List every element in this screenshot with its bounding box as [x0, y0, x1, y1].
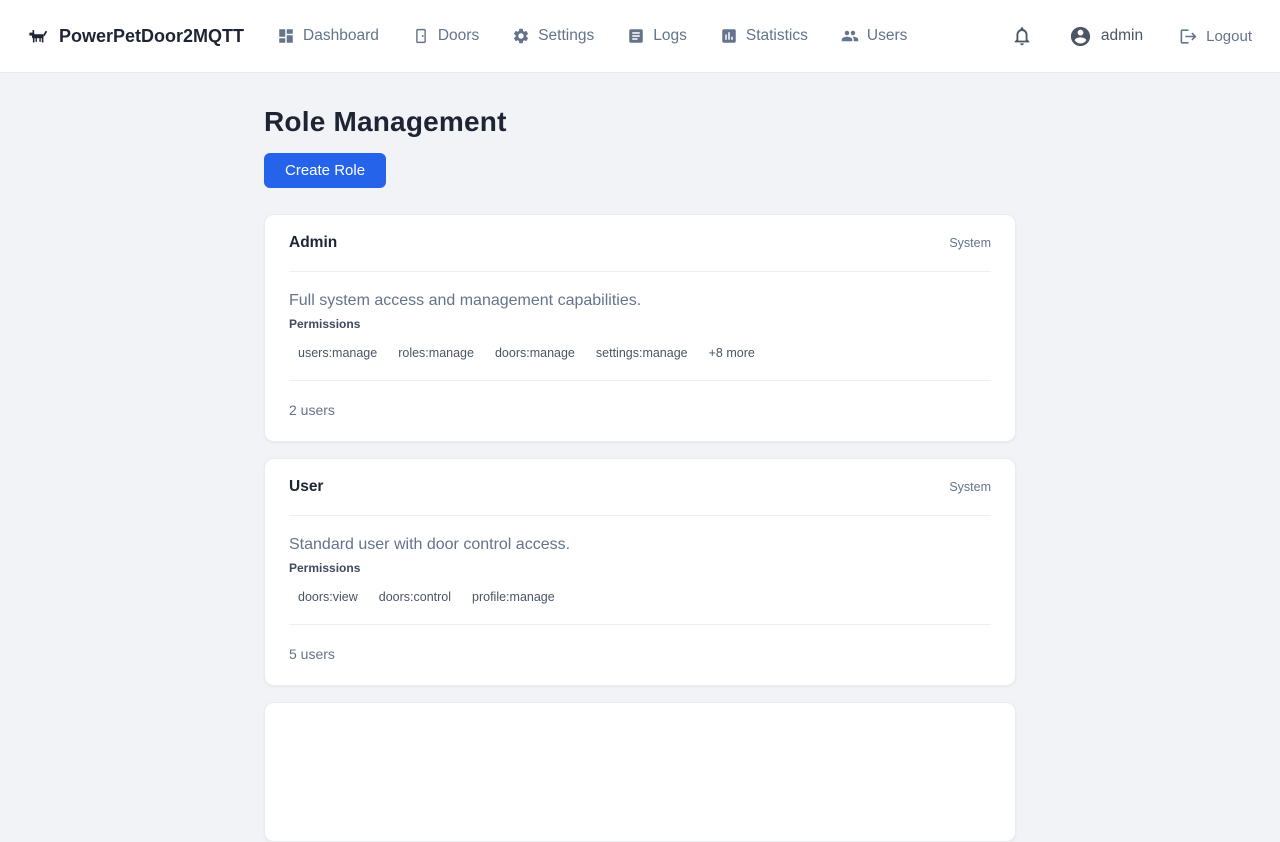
- app-brand: PowerPetDoor2MQTT: [28, 26, 244, 47]
- top-navigation-bar: PowerPetDoor2MQTT Dashboard Doors Settings…: [0, 0, 1280, 73]
- users-icon: [841, 27, 859, 45]
- role-card: User System Standard user with door contro…: [264, 458, 1016, 686]
- permissions-label: Permissions: [289, 561, 361, 575]
- dashboard-icon: [277, 27, 295, 45]
- role-card-list: Admin System Full system access and manage…: [264, 214, 1016, 842]
- role-card-body: Full system access and management capabi…: [289, 272, 991, 380]
- permission-chip: settings:manage: [595, 346, 688, 360]
- role-user-count: 2 users: [289, 380, 991, 441]
- nav-item-label: Doors: [437, 27, 480, 44]
- role-card-header: User System: [289, 459, 991, 516]
- permission-chip: users:manage: [298, 346, 378, 360]
- dog-icon: [28, 26, 49, 47]
- logout-icon: [1179, 27, 1198, 46]
- settings-icon: [512, 27, 530, 45]
- role-card-header: Admin System: [289, 215, 991, 272]
- role-card: [264, 702, 1016, 842]
- nav-item-label: Statistics: [745, 27, 808, 44]
- bell-icon: [1011, 25, 1033, 47]
- role-card: Admin System Full system access and manage…: [264, 214, 1016, 442]
- create-role-button[interactable]: Create Role: [264, 153, 387, 188]
- role-name: User: [289, 478, 324, 495]
- permission-chip: profile:manage: [472, 590, 555, 604]
- statistics-icon: [720, 27, 738, 45]
- role-system-badge: System: [949, 236, 991, 250]
- nav-item-settings[interactable]: Settings: [512, 27, 594, 45]
- logout-button[interactable]: Logout: [1179, 27, 1252, 46]
- permissions-list: users:manage roles:manage doors:manage sett…: [289, 344, 991, 364]
- role-description: Full system access and management capabi…: [289, 292, 642, 309]
- nav-item-doors[interactable]: Doors: [412, 27, 479, 45]
- username-label: admin: [1100, 27, 1144, 44]
- permissions-label: Permissions: [289, 317, 361, 331]
- nav-item-label: Users: [866, 27, 908, 44]
- permission-chip: +8 more: [708, 346, 755, 360]
- page-title: Role Management: [264, 106, 507, 137]
- nav-item-label: Dashboard: [303, 27, 379, 44]
- nav-item-users[interactable]: Users: [841, 27, 907, 45]
- nav-item-statistics[interactable]: Statistics: [720, 27, 808, 45]
- avatar-icon: [1069, 25, 1092, 48]
- app-title: PowerPetDoor2MQTT: [59, 25, 245, 46]
- notifications-button[interactable]: [1011, 25, 1033, 47]
- permission-chip: roles:manage: [398, 346, 474, 360]
- role-user-count: 5 users: [289, 624, 991, 685]
- user-menu[interactable]: admin: [1069, 25, 1143, 48]
- logout-label: Logout: [1206, 27, 1252, 45]
- permission-chip: doors:view: [298, 590, 358, 604]
- nav-item-logs[interactable]: Logs: [627, 27, 687, 45]
- role-name: Admin: [289, 234, 338, 251]
- role-card-body: Standard user with door control access. P…: [289, 516, 991, 624]
- role-description: Standard user with door control access.: [289, 536, 571, 553]
- role-system-badge: System: [949, 480, 991, 494]
- topbar-right-cluster: admin Logout: [1011, 25, 1252, 48]
- nav-item-label: Logs: [653, 27, 687, 44]
- nav-item-dashboard[interactable]: Dashboard: [277, 27, 379, 45]
- door-icon: [412, 27, 430, 45]
- permission-chip: doors:control: [378, 590, 452, 604]
- nav-item-label: Settings: [538, 27, 595, 44]
- permission-chip: doors:manage: [494, 346, 575, 360]
- logs-icon: [627, 27, 645, 45]
- main-nav: Dashboard Doors Settings Logs Statistics User…: [277, 27, 907, 45]
- permissions-list: doors:view doors:control profile:manage: [289, 588, 991, 608]
- main-content: Role Management Create Role Admin System F…: [264, 106, 1016, 842]
